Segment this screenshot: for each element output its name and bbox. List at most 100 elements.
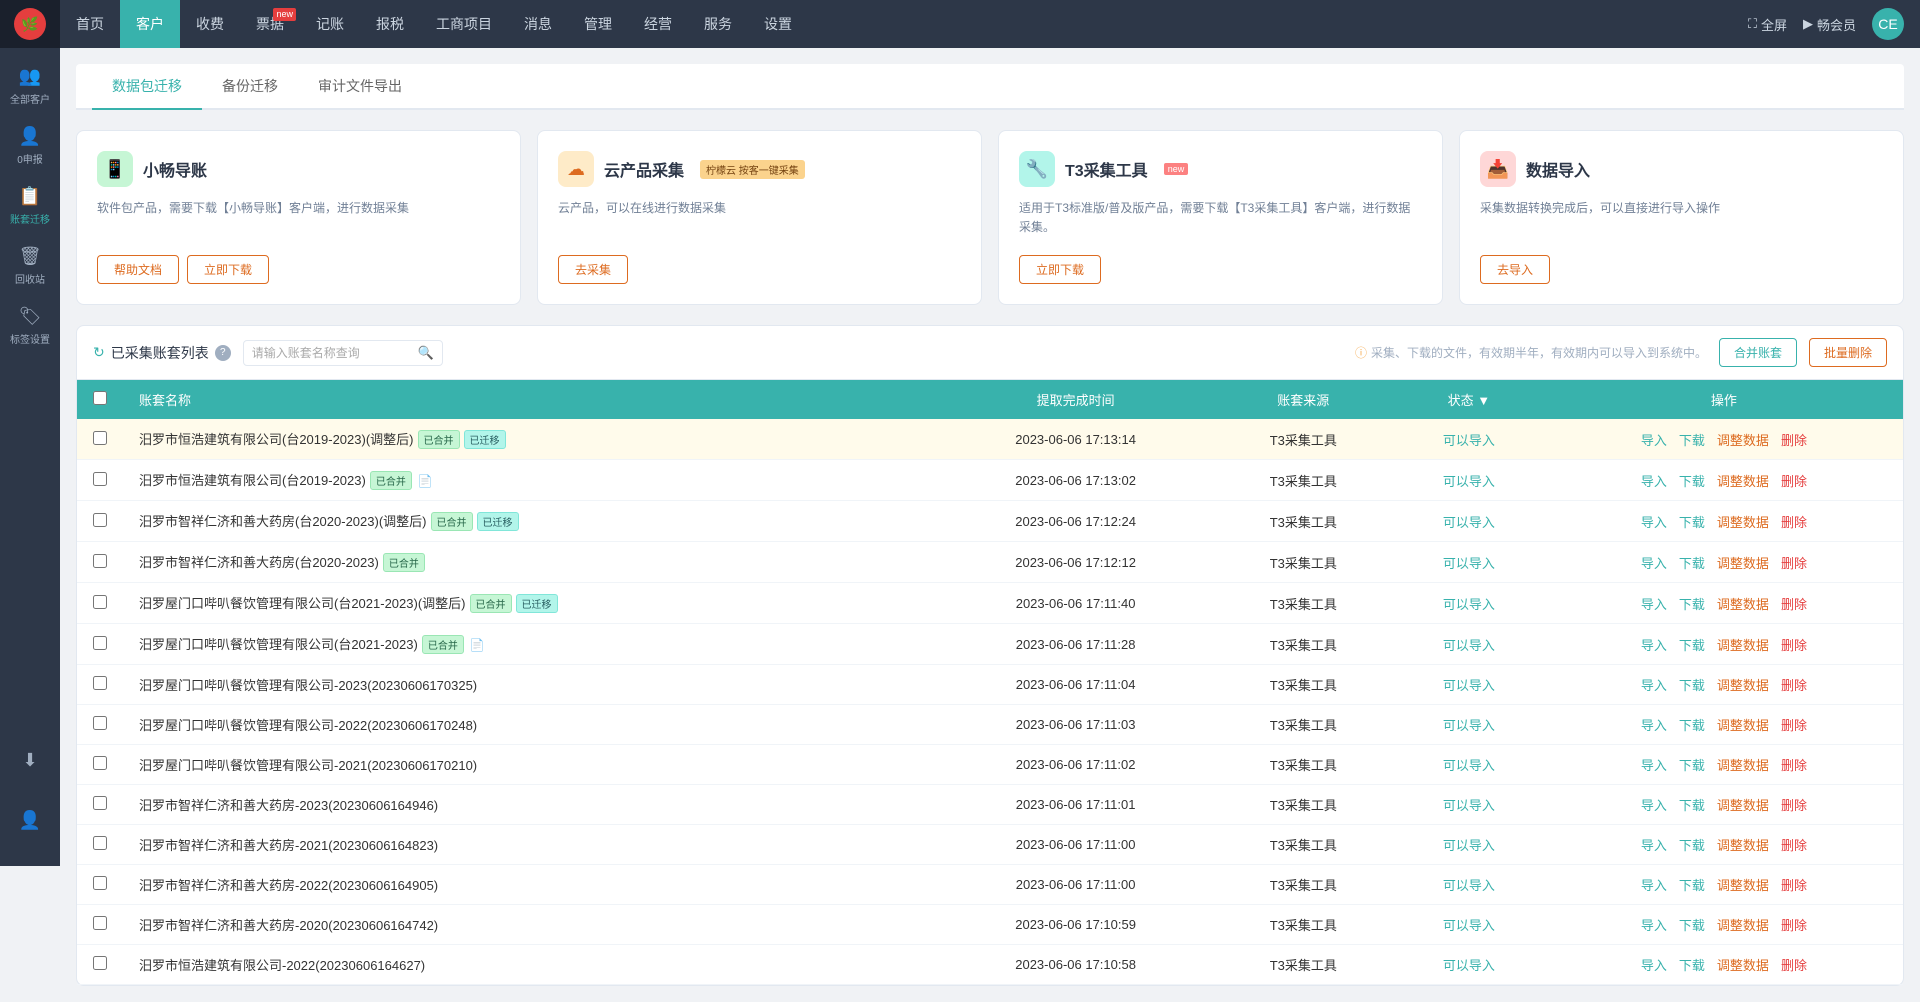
action-下载[interactable]: 下载 [1679, 755, 1705, 774]
sidebar-item-recycle[interactable]: 🗑 回收站 [0, 236, 60, 296]
action-下载[interactable]: 下载 [1679, 795, 1705, 814]
action-导入[interactable]: 导入 [1641, 955, 1667, 974]
search-input[interactable] [252, 346, 412, 360]
action-删除[interactable]: 删除 [1781, 875, 1807, 894]
row-checkbox[interactable] [93, 636, 107, 650]
tab-data-migration[interactable]: 数据包迁移 [92, 64, 202, 110]
download-now-button[interactable]: 立即下载 [187, 255, 269, 284]
action-删除[interactable]: 删除 [1781, 955, 1807, 974]
nav-business[interactable]: 工商项目 [420, 0, 508, 48]
row-checkbox[interactable] [93, 554, 107, 568]
action-导入[interactable]: 导入 [1641, 430, 1667, 449]
row-checkbox[interactable] [93, 472, 107, 486]
row-checkbox[interactable] [93, 956, 107, 970]
sidebar-item-account-migration[interactable]: 📋 账套迁移 [0, 176, 60, 236]
row-checkbox[interactable] [93, 836, 107, 850]
vip-button[interactable]: ▶ 畅会员 [1803, 15, 1856, 34]
action-调整数据[interactable]: 调整数据 [1717, 795, 1769, 814]
action-删除[interactable]: 删除 [1781, 471, 1807, 490]
action-下载[interactable]: 下载 [1679, 430, 1705, 449]
select-all-checkbox[interactable] [93, 391, 107, 405]
sidebar-item-tag-settings[interactable]: 🏷 标签设置 [0, 296, 60, 356]
sidebar-user[interactable]: 👤 [0, 790, 60, 850]
action-导入[interactable]: 导入 [1641, 553, 1667, 572]
action-调整数据[interactable]: 调整数据 [1717, 755, 1769, 774]
action-删除[interactable]: 删除 [1781, 915, 1807, 934]
row-checkbox[interactable] [93, 876, 107, 890]
action-删除[interactable]: 删除 [1781, 675, 1807, 694]
nav-operation[interactable]: 经营 [628, 0, 688, 48]
go-collect-button[interactable]: 去采集 [558, 255, 628, 284]
action-导入[interactable]: 导入 [1641, 795, 1667, 814]
nav-invoice[interactable]: 票据 new [240, 0, 300, 48]
action-调整数据[interactable]: 调整数据 [1717, 875, 1769, 894]
help-icon[interactable]: ? [215, 345, 231, 361]
action-导入[interactable]: 导入 [1641, 675, 1667, 694]
action-导入[interactable]: 导入 [1641, 512, 1667, 531]
action-调整数据[interactable]: 调整数据 [1717, 675, 1769, 694]
action-调整数据[interactable]: 调整数据 [1717, 915, 1769, 934]
fullscreen-button[interactable]: ⛶ 全屏 [1748, 15, 1787, 34]
file-icon[interactable]: 📄 [470, 638, 485, 652]
sidebar-item-zero-report[interactable]: 👤 0申报 [0, 116, 60, 176]
file-icon[interactable]: 📄 [418, 474, 433, 488]
action-删除[interactable]: 删除 [1781, 594, 1807, 613]
tab-audit-export[interactable]: 审计文件导出 [298, 64, 422, 110]
action-删除[interactable]: 删除 [1781, 755, 1807, 774]
action-调整数据[interactable]: 调整数据 [1717, 553, 1769, 572]
user-avatar[interactable]: CE [1872, 8, 1904, 40]
action-调整数据[interactable]: 调整数据 [1717, 715, 1769, 734]
action-调整数据[interactable]: 调整数据 [1717, 512, 1769, 531]
action-调整数据[interactable]: 调整数据 [1717, 471, 1769, 490]
action-调整数据[interactable]: 调整数据 [1717, 635, 1769, 654]
action-删除[interactable]: 删除 [1781, 512, 1807, 531]
action-下载[interactable]: 下载 [1679, 675, 1705, 694]
action-删除[interactable]: 删除 [1781, 430, 1807, 449]
nav-account[interactable]: 记账 [300, 0, 360, 48]
row-checkbox[interactable] [93, 431, 107, 445]
tab-backup-migration[interactable]: 备份迁移 [202, 64, 298, 110]
action-导入[interactable]: 导入 [1641, 875, 1667, 894]
row-checkbox[interactable] [93, 756, 107, 770]
batch-delete-button[interactable]: 批量删除 [1809, 338, 1887, 367]
row-checkbox[interactable] [93, 595, 107, 609]
action-导入[interactable]: 导入 [1641, 755, 1667, 774]
nav-customer[interactable]: 客户 [120, 0, 180, 48]
row-checkbox[interactable] [93, 916, 107, 930]
col-status[interactable]: 状态 ▼ [1393, 380, 1545, 419]
sidebar-item-all-customers[interactable]: 👥 全部客户 [0, 56, 60, 116]
action-调整数据[interactable]: 调整数据 [1717, 594, 1769, 613]
nav-manage[interactable]: 管理 [568, 0, 628, 48]
action-导入[interactable]: 导入 [1641, 635, 1667, 654]
action-导入[interactable]: 导入 [1641, 594, 1667, 613]
merge-account-button[interactable]: 合并账套 [1719, 338, 1797, 367]
action-调整数据[interactable]: 调整数据 [1717, 430, 1769, 449]
action-下载[interactable]: 下载 [1679, 635, 1705, 654]
action-调整数据[interactable]: 调整数据 [1717, 955, 1769, 974]
action-下载[interactable]: 下载 [1679, 915, 1705, 934]
action-下载[interactable]: 下载 [1679, 512, 1705, 531]
action-下载[interactable]: 下载 [1679, 715, 1705, 734]
refresh-icon[interactable]: ↻ [93, 344, 105, 361]
action-下载[interactable]: 下载 [1679, 875, 1705, 894]
action-删除[interactable]: 删除 [1781, 715, 1807, 734]
nav-message[interactable]: 消息 [508, 0, 568, 48]
action-导入[interactable]: 导入 [1641, 471, 1667, 490]
action-下载[interactable]: 下载 [1679, 471, 1705, 490]
action-调整数据[interactable]: 调整数据 [1717, 835, 1769, 854]
action-下载[interactable]: 下载 [1679, 835, 1705, 854]
go-import-button[interactable]: 去导入 [1480, 255, 1550, 284]
nav-settings[interactable]: 设置 [748, 0, 808, 48]
action-删除[interactable]: 删除 [1781, 835, 1807, 854]
action-下载[interactable]: 下载 [1679, 594, 1705, 613]
search-box[interactable]: 🔍 [243, 340, 443, 366]
action-下载[interactable]: 下载 [1679, 955, 1705, 974]
nav-service[interactable]: 服务 [688, 0, 748, 48]
action-删除[interactable]: 删除 [1781, 553, 1807, 572]
action-下载[interactable]: 下载 [1679, 553, 1705, 572]
row-checkbox[interactable] [93, 796, 107, 810]
action-删除[interactable]: 删除 [1781, 635, 1807, 654]
row-checkbox[interactable] [93, 676, 107, 690]
action-导入[interactable]: 导入 [1641, 715, 1667, 734]
download-t3-button[interactable]: 立即下载 [1019, 255, 1101, 284]
